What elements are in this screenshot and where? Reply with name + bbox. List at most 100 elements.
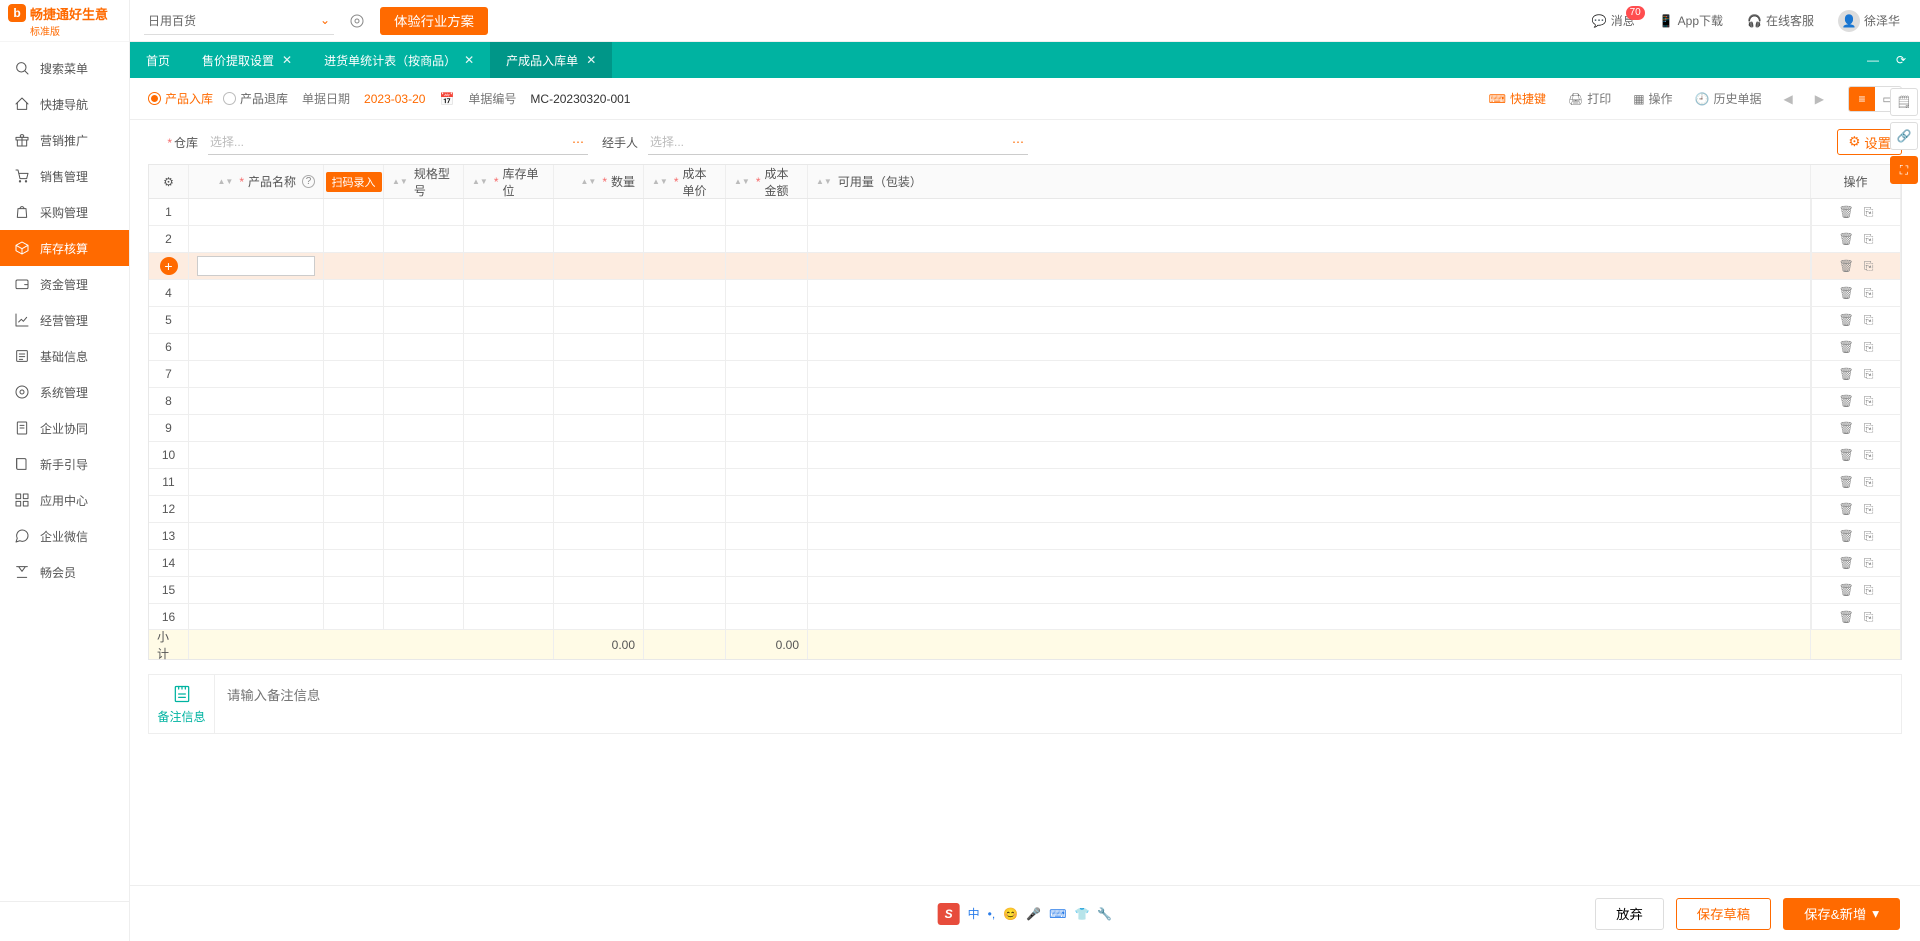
delete-row-icon[interactable]: 🗑 (1839, 529, 1854, 544)
sidebar-item-9[interactable]: 系统管理 (0, 374, 129, 410)
cell-spec[interactable] (384, 280, 464, 306)
product-name-input[interactable] (197, 256, 315, 276)
cell-price[interactable] (644, 253, 726, 279)
cell-avail[interactable] (808, 442, 1811, 468)
cell-name[interactable] (189, 604, 324, 629)
copy-row-icon[interactable]: ⎘ (1864, 421, 1874, 436)
cell-qty[interactable] (554, 388, 644, 414)
cell-name[interactable] (189, 307, 324, 333)
tabs-minimize-button[interactable]: — (1860, 47, 1886, 73)
help-icon[interactable]: ? (302, 175, 315, 188)
cell-spec[interactable] (384, 388, 464, 414)
cell-unit[interactable] (464, 577, 554, 603)
cell-price[interactable] (644, 604, 726, 629)
cell-name[interactable] (189, 199, 324, 225)
store-settings-icon[interactable] (346, 10, 368, 32)
sidebar-item-11[interactable]: 新手引导 (0, 446, 129, 482)
sidebar-item-5[interactable]: 库存核算 (0, 230, 129, 266)
delete-row-icon[interactable]: 🗑 (1839, 205, 1854, 220)
cell-qty[interactable] (554, 361, 644, 387)
ime-keyboard-icon[interactable]: ⌨ (1049, 907, 1066, 921)
cell-price[interactable] (644, 388, 726, 414)
sidebar-item-4[interactable]: 采购管理 (0, 194, 129, 230)
cell-scan[interactable] (324, 523, 384, 549)
operate-link[interactable]: ▦操作 (1629, 90, 1676, 107)
cell-scan[interactable] (324, 334, 384, 360)
delete-row-icon[interactable]: 🗑 (1839, 367, 1854, 382)
cell-price[interactable] (644, 415, 726, 441)
cell-name[interactable] (189, 577, 324, 603)
table-row[interactable]: 13🗑⎘ (149, 523, 1901, 550)
sidebar-item-12[interactable]: 应用中心 (0, 482, 129, 518)
cell-unit[interactable] (464, 280, 554, 306)
copy-row-icon[interactable]: ⎘ (1864, 394, 1874, 409)
table-row[interactable]: 4🗑⎘ (149, 280, 1901, 307)
delete-row-icon[interactable]: 🗑 (1839, 610, 1854, 625)
cell-avail[interactable] (808, 307, 1811, 333)
copy-row-icon[interactable]: ⎘ (1864, 448, 1874, 463)
cell-avail[interactable] (808, 334, 1811, 360)
cell-spec[interactable] (384, 334, 464, 360)
shortcut-link[interactable]: ⌨快捷键 (1485, 90, 1550, 107)
cell-name[interactable] (189, 550, 324, 576)
cell-qty[interactable] (554, 334, 644, 360)
delete-row-icon[interactable]: 🗑 (1839, 583, 1854, 598)
cell-spec[interactable] (384, 523, 464, 549)
cell-avail[interactable] (808, 415, 1811, 441)
cell-avail[interactable] (808, 199, 1811, 225)
cell-scan[interactable] (324, 415, 384, 441)
cell-amount[interactable] (726, 388, 808, 414)
tab-0[interactable]: 首页 (130, 42, 186, 78)
ime-person-icon[interactable]: 👕 (1074, 907, 1089, 921)
delete-row-icon[interactable]: 🗑 (1839, 313, 1854, 328)
cell-avail[interactable] (808, 469, 1811, 495)
ime-dot-icon[interactable]: •, (988, 907, 996, 921)
cell-avail[interactable] (808, 226, 1811, 252)
cell-unit[interactable] (464, 226, 554, 252)
sidebar-item-0[interactable]: 搜索菜单 (0, 50, 129, 86)
cell-spec[interactable] (384, 604, 464, 629)
cell-unit[interactable] (464, 415, 554, 441)
delete-row-icon[interactable]: 🗑 (1839, 286, 1854, 301)
delete-row-icon[interactable]: 🗑 (1839, 556, 1854, 571)
cell-avail[interactable] (808, 280, 1811, 306)
cell-price[interactable] (644, 361, 726, 387)
cell-spec[interactable] (384, 199, 464, 225)
tabs-refresh-button[interactable]: ⟳ (1888, 47, 1914, 73)
warehouse-select[interactable]: 选择... ⋯ (208, 129, 588, 155)
cell-qty[interactable] (554, 442, 644, 468)
ime-lang[interactable]: 中 (968, 905, 980, 922)
cell-amount[interactable] (726, 523, 808, 549)
cell-qty[interactable] (554, 415, 644, 441)
col-price[interactable]: ▲▼*成本单价 (644, 165, 726, 198)
cell-scan[interactable] (324, 496, 384, 522)
cell-unit[interactable] (464, 307, 554, 333)
copy-row-icon[interactable]: ⎘ (1864, 556, 1874, 571)
table-row[interactable]: 7🗑⎘ (149, 361, 1901, 388)
cell-amount[interactable] (726, 442, 808, 468)
cell-unit[interactable] (464, 469, 554, 495)
table-row[interactable]: 9🗑⎘ (149, 415, 1901, 442)
cell-price[interactable] (644, 496, 726, 522)
copy-row-icon[interactable]: ⎘ (1864, 259, 1874, 274)
cell-spec[interactable] (384, 442, 464, 468)
copy-row-icon[interactable]: ⎘ (1864, 340, 1874, 355)
cell-scan[interactable] (324, 307, 384, 333)
cell-price[interactable] (644, 307, 726, 333)
cell-avail[interactable] (808, 361, 1811, 387)
cell-unit[interactable] (464, 604, 554, 629)
table-row[interactable]: 15🗑⎘ (149, 577, 1901, 604)
handler-select[interactable]: 选择... ⋯ (648, 129, 1028, 155)
cell-qty[interactable] (554, 469, 644, 495)
cell-qty[interactable] (554, 604, 644, 629)
radio-product-in[interactable]: 产品入库 (148, 90, 213, 107)
sidebar-item-13[interactable]: 企业微信 (0, 518, 129, 554)
rail-link-button[interactable]: 🔗 (1890, 122, 1918, 150)
ime-smile-icon[interactable]: 😊 (1003, 907, 1018, 921)
cell-spec[interactable] (384, 577, 464, 603)
cell-price[interactable] (644, 334, 726, 360)
col-qty[interactable]: ▲▼*数量 (554, 165, 644, 198)
copy-row-icon[interactable]: ⎘ (1864, 610, 1874, 625)
cell-avail[interactable] (808, 550, 1811, 576)
cell-scan[interactable] (324, 442, 384, 468)
